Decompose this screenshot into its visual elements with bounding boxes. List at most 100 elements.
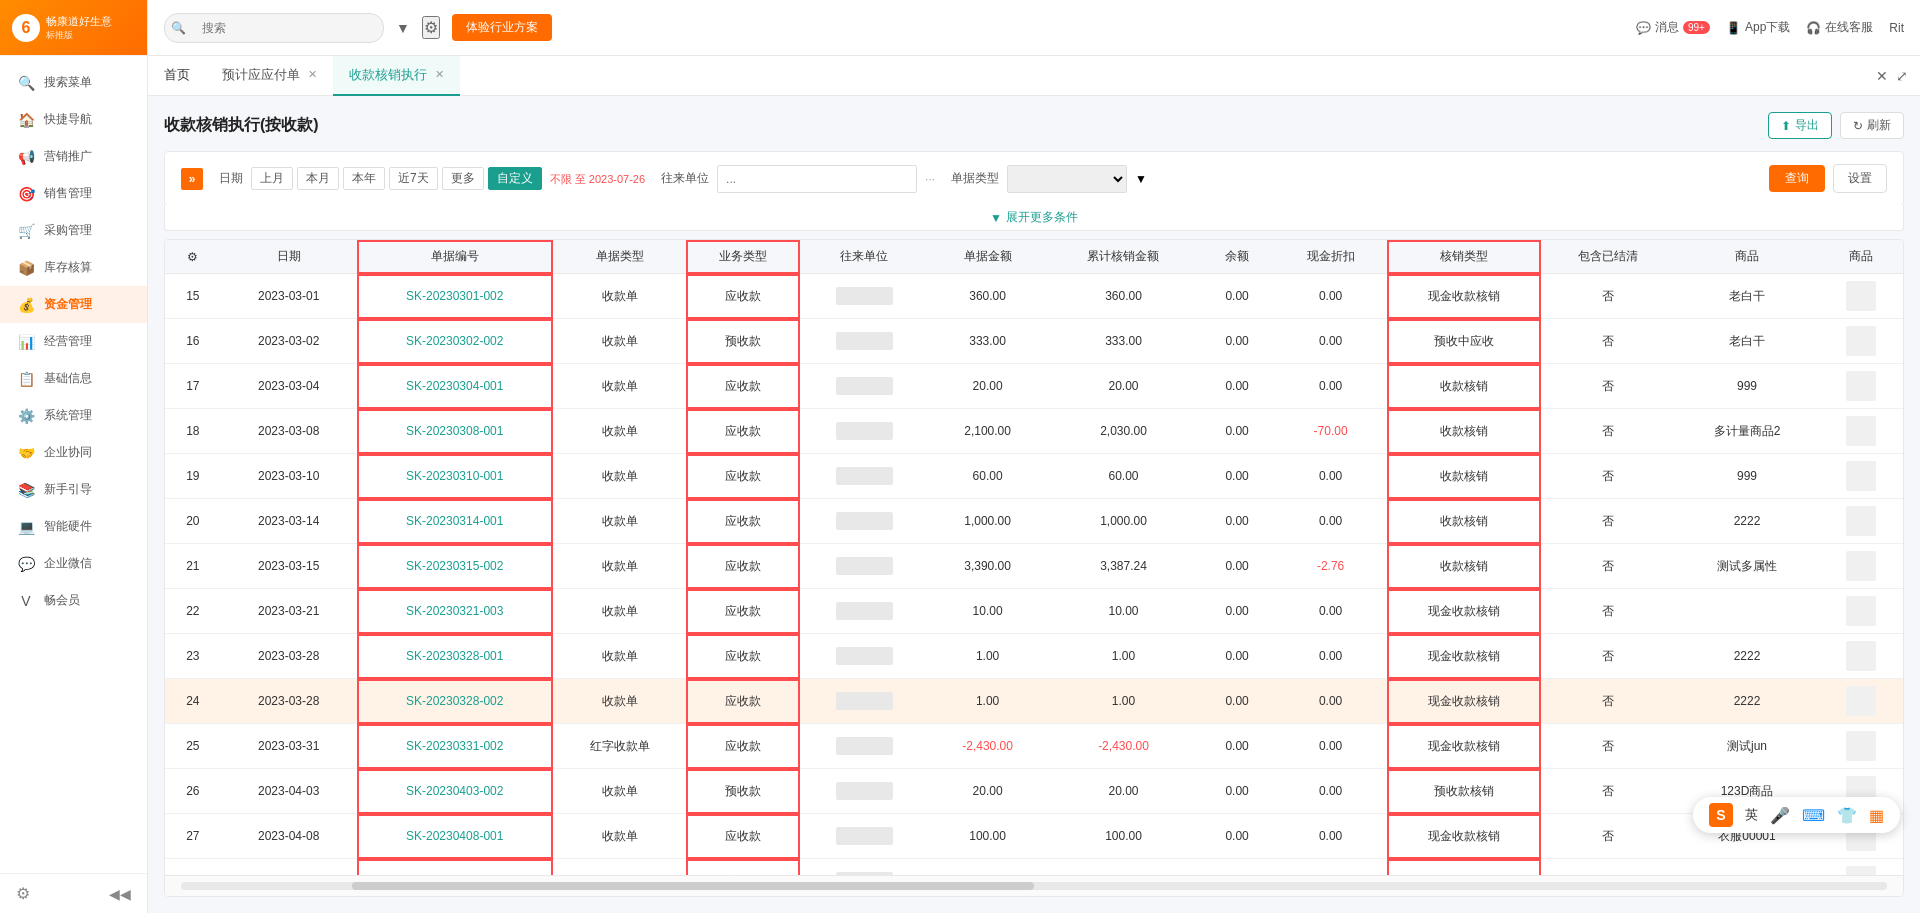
doc-no-link[interactable]: SK-20230308-001 (406, 424, 503, 438)
sidebar-item-search-menu[interactable]: 🔍搜索菜单 (0, 64, 147, 101)
cell-cash-discount: 0.00 (1274, 454, 1388, 499)
search-input[interactable] (192, 14, 383, 42)
sidebar-item-member[interactable]: V畅会员 (0, 582, 147, 619)
cell-doc-no: SK-20230403-002 (357, 769, 553, 814)
sidebar-item-basic[interactable]: 📋基础信息 (0, 360, 147, 397)
shirt-icon[interactable]: 👕 (1837, 806, 1857, 825)
sidebar-item-wechat[interactable]: 💬企业微信 (0, 545, 147, 582)
sidebar-item-system[interactable]: ⚙️系统管理 (0, 397, 147, 434)
cell-cumulative: 100.00 (1047, 859, 1201, 876)
tab-home[interactable]: 首页 (148, 56, 206, 96)
col-header-settings[interactable]: ⚙ (165, 240, 221, 274)
tab-collection[interactable]: 收款核销执行 ✕ (333, 56, 460, 96)
scrollbar-thumb[interactable] (352, 882, 1034, 890)
sidebar-item-marketing[interactable]: 📢营销推广 (0, 138, 147, 175)
refresh-button[interactable]: ↻ 刷新 (1840, 112, 1904, 139)
cell-balance: 0.00 (1200, 634, 1273, 679)
doc-no-link[interactable]: SK-20230310-001 (406, 469, 503, 483)
cell-cash-discount: 0.00 (1274, 589, 1388, 634)
sidebar-item-quick-nav[interactable]: 🏠快捷导航 (0, 101, 147, 138)
tab-collection-close[interactable]: ✕ (435, 68, 444, 81)
cell-doc-type: 收款单 (553, 544, 687, 589)
cell-balance: 0.00 (1200, 724, 1273, 769)
doc-no-link[interactable]: SK-20230304-001 (406, 379, 503, 393)
custom-date-btn[interactable]: 自定义 (488, 167, 542, 190)
cell-doc-type: 收款单 (553, 859, 687, 876)
sidebar-item-guide[interactable]: 📚新手引导 (0, 471, 147, 508)
chevron-down-icon[interactable]: ▼ (396, 20, 410, 36)
export-button[interactable]: ⬆ 导出 (1768, 112, 1832, 139)
settings-button[interactable]: ⚙ (422, 16, 440, 39)
doc-no-link[interactable]: SK-20230302-002 (406, 334, 503, 348)
partner-input[interactable] (717, 165, 917, 193)
sidebar-item-finance[interactable]: 💰资金管理 (0, 286, 147, 323)
sidebar-item-inventory[interactable]: 📦库存核算 (0, 249, 147, 286)
this-month-btn[interactable]: 本月 (297, 167, 339, 190)
app-download-item[interactable]: 📱 App下载 (1726, 19, 1790, 36)
cell-cumulative: 1.00 (1047, 679, 1201, 724)
settings-footer-icon[interactable]: ⚙ (16, 884, 30, 903)
mic-icon[interactable]: 🎤 (1770, 806, 1790, 825)
cell-amount: 333.00 (929, 319, 1047, 364)
doc-no-link[interactable]: SK-20230315-002 (406, 559, 503, 573)
grid-icon[interactable]: ▦ (1869, 806, 1884, 825)
cell-seq: 28 (165, 859, 221, 876)
cell-biz-type: 应收款 (686, 544, 800, 589)
tab-pending[interactable]: 预计应应付单 ✕ (206, 56, 333, 96)
doc-no-link[interactable]: SK-20230314-001 (406, 514, 503, 528)
cell-include-settled: 否 (1541, 814, 1675, 859)
message-badge: 99+ (1683, 21, 1710, 34)
keyboard-icon[interactable]: ⌨ (1802, 806, 1825, 825)
cell-biz-type: 应收款 (686, 454, 800, 499)
solution-button[interactable]: 体验行业方案 (452, 14, 552, 41)
this-year-btn[interactable]: 本年 (343, 167, 385, 190)
last-7days-btn[interactable]: 近7天 (389, 167, 438, 190)
cell-partner: ██ (800, 274, 929, 319)
horizontal-scrollbar[interactable] (181, 882, 1887, 890)
table-row: 27 2023-04-08 SK-20230408-001 收款单 应收款 ██… (165, 814, 1903, 859)
cell-include-settled: 否 (1541, 274, 1675, 319)
headset-icon: 🎧 (1806, 21, 1821, 35)
service-item[interactable]: 🎧 在线客服 (1806, 19, 1873, 36)
doc-no-link[interactable]: SK-20230321-003 (406, 604, 503, 618)
col-header-product2: 商品 (1819, 240, 1903, 274)
doc-no-link[interactable]: SK-20230408-001 (406, 829, 503, 843)
sidebar-item-purchase[interactable]: 🛒采购管理 (0, 212, 147, 249)
doc-no-link[interactable]: SK-20230301-002 (406, 289, 503, 303)
cell-amount: 10.00 (929, 589, 1047, 634)
sidebar-icon-sales: 🎯 (16, 186, 36, 202)
doc-no-link[interactable]: SK-20230328-001 (406, 649, 503, 663)
cell-cumulative: 333.00 (1047, 319, 1201, 364)
floating-text[interactable]: 英 (1745, 806, 1758, 824)
expand-tab-button[interactable]: ⤢ (1896, 68, 1908, 84)
cell-doc-type: 收款单 (553, 454, 687, 499)
sidebar-item-hardware[interactable]: 💻智能硬件 (0, 508, 147, 545)
table-scroll[interactable]: ⚙ 日期 单据编号 单据类型 业务类型 往来单位 单据金额 累计核销金额 余额 … (165, 240, 1903, 875)
messages-item[interactable]: 💬 消息 99+ (1636, 19, 1710, 36)
expand-more-conditions[interactable]: ▼ 展开更多条件 (164, 205, 1904, 231)
query-button[interactable]: 查询 (1769, 165, 1825, 192)
cell-cash-discount: 0.00 (1274, 769, 1388, 814)
sidebar-item-operation[interactable]: 📊经营管理 (0, 323, 147, 360)
doc-no-link[interactable]: SK-20230328-002 (406, 694, 503, 708)
cell-cumulative: 20.00 (1047, 364, 1201, 409)
filter-toggle-button[interactable]: » (181, 168, 203, 190)
last-month-btn[interactable]: 上月 (251, 167, 293, 190)
cell-balance: 0.00 (1200, 859, 1273, 876)
sidebar-icon-system: ⚙️ (16, 408, 36, 424)
doc-no-link[interactable]: SK-20230331-002 (406, 739, 503, 753)
cell-seq: 15 (165, 274, 221, 319)
doctype-select[interactable] (1007, 165, 1127, 193)
cell-seq: 16 (165, 319, 221, 364)
partner-label: 往来单位 (661, 170, 709, 187)
filter-settings-button[interactable]: 设置 (1833, 164, 1887, 193)
collapse-icon[interactable]: ◀◀ (109, 886, 131, 902)
more-date-btn[interactable]: 更多 (442, 167, 484, 190)
cell-cumulative: 3,387.24 (1047, 544, 1201, 589)
tab-pending-close[interactable]: ✕ (308, 68, 317, 81)
sidebar-item-enterprise[interactable]: 🤝企业协同 (0, 434, 147, 471)
doc-no-link[interactable]: SK-20230403-002 (406, 784, 503, 798)
sidebar-item-sales[interactable]: 🎯销售管理 (0, 175, 147, 212)
data-table: ⚙ 日期 单据编号 单据类型 业务类型 往来单位 单据金额 累计核销金额 余额 … (165, 240, 1903, 875)
close-tab-button[interactable]: ✕ (1876, 68, 1888, 84)
